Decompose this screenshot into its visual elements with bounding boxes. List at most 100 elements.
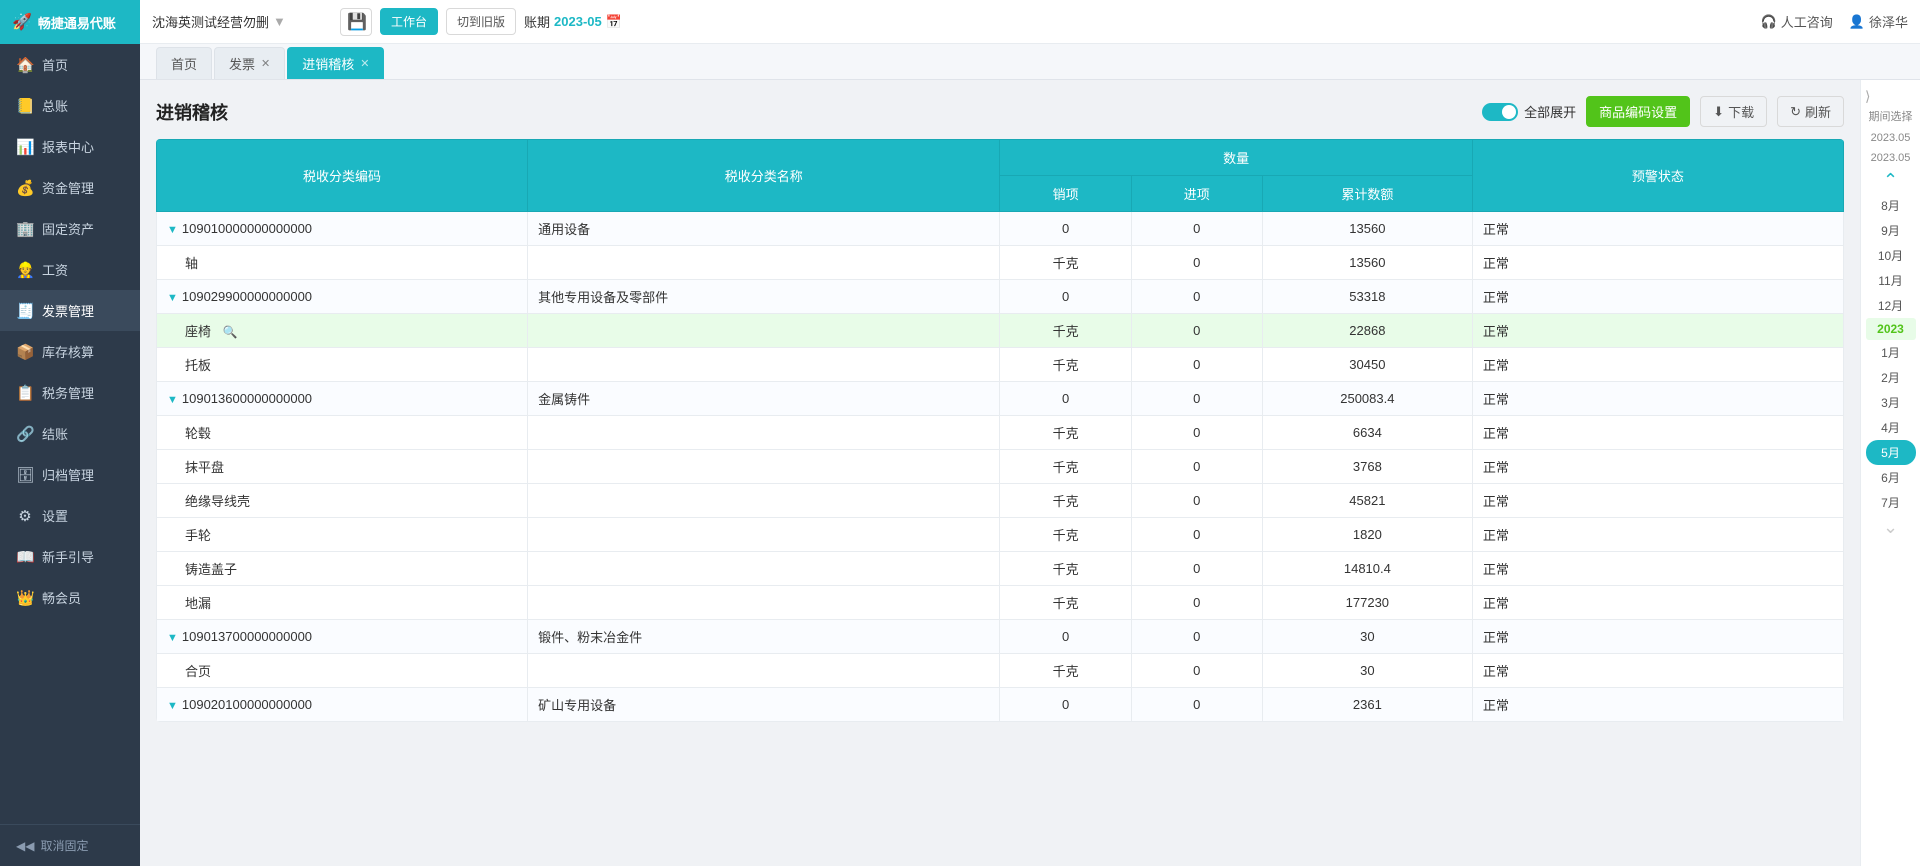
sidebar-item-guide[interactable]: 📖 新手引导: [0, 536, 140, 577]
table-row[interactable]: 轮毂 千克 0 6634 正常: [157, 416, 1844, 450]
sidebar-item-checkout[interactable]: 🔗 结账: [0, 413, 140, 454]
tab-reconcile-close[interactable]: ✕: [360, 57, 369, 70]
cell-sales: 0: [1000, 212, 1131, 246]
th-sales: 销项: [1000, 176, 1131, 212]
cell-code: 手轮: [157, 518, 528, 552]
cell-unit: 千克: [1000, 654, 1131, 688]
cell-total: 53318: [1262, 280, 1472, 314]
ledger-icon: 📒: [16, 97, 34, 115]
cell-code: ▼109029900000000000: [157, 280, 528, 314]
workbench-button[interactable]: 工作台: [380, 8, 438, 35]
sidebar-item-settings[interactable]: ⚙ 设置: [0, 495, 140, 536]
tab-home[interactable]: 首页: [156, 47, 212, 79]
expand-icon[interactable]: ▼: [167, 700, 178, 712]
main-area: 沈海英测试经营勿删 ▼ 💾 工作台 切到旧版 账期 2023-05 📅 🎧 人工…: [140, 0, 1920, 866]
expand-toggle[interactable]: 全部展开: [1482, 102, 1576, 121]
sidebar-item-member[interactable]: 👑 畅会员: [0, 577, 140, 618]
product-code-btn[interactable]: 商品编码设置: [1586, 96, 1690, 127]
switch-old-button[interactable]: 切到旧版: [446, 8, 516, 35]
cell-name: [528, 518, 1000, 552]
download-btn[interactable]: ⬇ 下载: [1700, 96, 1767, 127]
save-button[interactable]: 💾: [340, 8, 372, 36]
settings-icon: ⚙: [16, 507, 34, 525]
table-row[interactable]: 手轮 千克 0 1820 正常: [157, 518, 1844, 552]
tab-invoice-close[interactable]: ✕: [261, 57, 270, 70]
table-row[interactable]: 座椅 🔍 千克 0 22868 正常: [157, 314, 1844, 348]
table-row[interactable]: 抹平盘 千克 0 3768 正常: [157, 450, 1844, 484]
archive-icon: 🗄: [16, 466, 34, 484]
cell-purchase: 0: [1131, 382, 1262, 416]
page-title: 进销稽核: [156, 99, 228, 125]
sidebar-unpin[interactable]: ◀◀ 取消固定: [0, 824, 140, 866]
sidebar-item-payroll[interactable]: 👷 工资: [0, 249, 140, 290]
expand-icon[interactable]: ▼: [167, 394, 178, 406]
table-row[interactable]: 托板 千克 0 30450 正常: [157, 348, 1844, 382]
calendar-icon[interactable]: 📅: [606, 14, 622, 30]
table-row[interactable]: ▼109020100000000000 矿山专用设备 0 0 2361 正常: [157, 688, 1844, 722]
sidebar-item-reports[interactable]: 📊 报表中心: [0, 126, 140, 167]
period-month-4[interactable]: 4月: [1866, 415, 1916, 440]
period-month-10[interactable]: 10月: [1866, 243, 1916, 268]
table-row[interactable]: 绝缘导线壳 千克 0 45821 正常: [157, 484, 1844, 518]
expand-icon[interactable]: ▼: [167, 632, 178, 644]
user-profile[interactable]: 👤 徐泽华: [1849, 12, 1908, 31]
sidebar-item-label: 归档管理: [42, 465, 94, 484]
cell-name: [528, 586, 1000, 620]
period-year-1[interactable]: 2023.05: [1866, 128, 1916, 148]
cell-sales: 0: [1000, 620, 1131, 654]
period-down-btn[interactable]: ⌄: [1883, 515, 1898, 540]
page-header: 进销稽核 全部展开 商品编码设置 ⬇ 下载 ↻ 刷新: [156, 96, 1844, 127]
cell-status: 正常: [1472, 484, 1843, 518]
cell-name: [528, 552, 1000, 586]
company-selector[interactable]: 沈海英测试经营勿删 ▼: [152, 12, 332, 31]
table-row[interactable]: ▼109029900000000000 其他专用设备及零部件 0 0 53318…: [157, 280, 1844, 314]
table-row[interactable]: ▼109013700000000000 锻件、粉末冶金件 0 0 30 正常: [157, 620, 1844, 654]
cell-status: 正常: [1472, 688, 1843, 722]
table-row[interactable]: 铸造盖子 千克 0 14810.4 正常: [157, 552, 1844, 586]
th-tax-code: 税收分类编码: [157, 140, 528, 212]
cell-purchase: 0: [1131, 212, 1262, 246]
refresh-btn[interactable]: ↻ 刷新: [1777, 96, 1844, 127]
cell-code: 托板: [157, 348, 528, 382]
expand-icon[interactable]: ▼: [167, 224, 178, 236]
cell-sales: 0: [1000, 688, 1131, 722]
topbar-right: 🎧 人工咨询 👤 徐泽华: [1761, 12, 1908, 31]
period-month-3[interactable]: 3月: [1866, 390, 1916, 415]
cell-total: 14810.4: [1262, 552, 1472, 586]
expand-icon[interactable]: ▼: [167, 292, 178, 304]
period-month-7[interactable]: 7月: [1866, 490, 1916, 515]
table-row[interactable]: ▼109013600000000000 金属铸件 0 0 250083.4 正常: [157, 382, 1844, 416]
period-up-btn[interactable]: ⌃: [1883, 168, 1898, 193]
period-year-2[interactable]: 2023.05: [1866, 148, 1916, 168]
table-row[interactable]: 轴 千克 0 13560 正常: [157, 246, 1844, 280]
support-link[interactable]: 🎧 人工咨询: [1761, 12, 1833, 31]
expand-toggle-switch[interactable]: [1482, 103, 1518, 121]
sidebar-item-assets[interactable]: 🏢 固定资产: [0, 208, 140, 249]
sidebar-item-tax[interactable]: 📋 税务管理: [0, 372, 140, 413]
table-row[interactable]: 合页 千克 0 30 正常: [157, 654, 1844, 688]
sidebar-item-inventory[interactable]: 📦 库存核算: [0, 331, 140, 372]
cell-name: [528, 450, 1000, 484]
period-month-9[interactable]: 9月: [1866, 218, 1916, 243]
period-month-6[interactable]: 6月: [1866, 465, 1916, 490]
table-row[interactable]: 地漏 千克 0 177230 正常: [157, 586, 1844, 620]
period-month-2[interactable]: 2月: [1866, 365, 1916, 390]
sidebar-item-ledger[interactable]: 📒 总账: [0, 85, 140, 126]
period-month-1[interactable]: 1月: [1866, 340, 1916, 365]
sidebar-item-funds[interactable]: 💰 资金管理: [0, 167, 140, 208]
period-month-11[interactable]: 11月: [1866, 268, 1916, 293]
cell-code: 合页: [157, 654, 528, 688]
sidebar-item-invoice[interactable]: 🧾 发票管理: [0, 290, 140, 331]
sidebar-item-home[interactable]: 🏠 首页: [0, 44, 140, 85]
period-month-12[interactable]: 12月: [1866, 293, 1916, 318]
sidebar-item-archive[interactable]: 🗄 归档管理: [0, 454, 140, 495]
period-selector-label: 期间选择: [1869, 108, 1913, 124]
tab-reconcile[interactable]: 进销稽核 ✕: [287, 47, 384, 79]
member-icon: 👑: [16, 589, 34, 607]
tab-invoice[interactable]: 发票 ✕: [214, 47, 285, 79]
panel-collapse-btn[interactable]: ⟩: [1865, 88, 1870, 105]
table-row[interactable]: ▼109010000000000000 通用设备 0 0 13560 正常: [157, 212, 1844, 246]
cell-code: ▼109010000000000000: [157, 212, 528, 246]
period-month-8[interactable]: 8月: [1866, 193, 1916, 218]
period-month-5[interactable]: 5月: [1866, 440, 1916, 465]
